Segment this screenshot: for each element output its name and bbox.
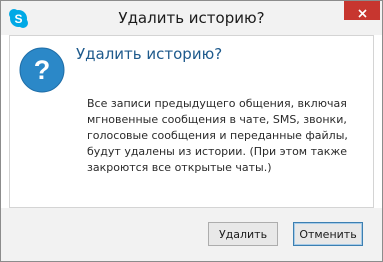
dialog-message: Все записи предыдущего общения, включая … xyxy=(87,96,357,176)
close-button[interactable] xyxy=(344,1,380,20)
window-title: Удалить историю? xyxy=(118,9,265,27)
title-bar[interactable]: S Удалить историю? xyxy=(1,1,382,35)
message-line: мгновенные сообщения в чате, SMS, звонки… xyxy=(87,113,347,126)
message-line: будут удалены из истории. (При этом такж… xyxy=(87,145,348,158)
message-line: Все записи предыдущего общения, включая xyxy=(87,97,347,110)
question-icon: ? xyxy=(19,47,65,93)
dialog-content: ? Удалить историю? Все записи предыдущег… xyxy=(9,35,374,208)
dialog-heading: Удалить историю? xyxy=(76,45,223,63)
message-line: голосовые сообщения и переданные файлы, xyxy=(87,129,348,142)
cancel-button[interactable]: Отменить xyxy=(293,222,363,246)
delete-button[interactable]: Удалить xyxy=(208,222,278,246)
delete-history-dialog: S Удалить историю? ? Удалить историю? Вс… xyxy=(0,0,383,262)
button-bar: Удалить Отменить xyxy=(1,208,382,261)
message-line: закроются все открытые чаты.) xyxy=(87,161,272,174)
close-icon xyxy=(357,8,367,18)
svg-text:?: ? xyxy=(34,55,51,85)
